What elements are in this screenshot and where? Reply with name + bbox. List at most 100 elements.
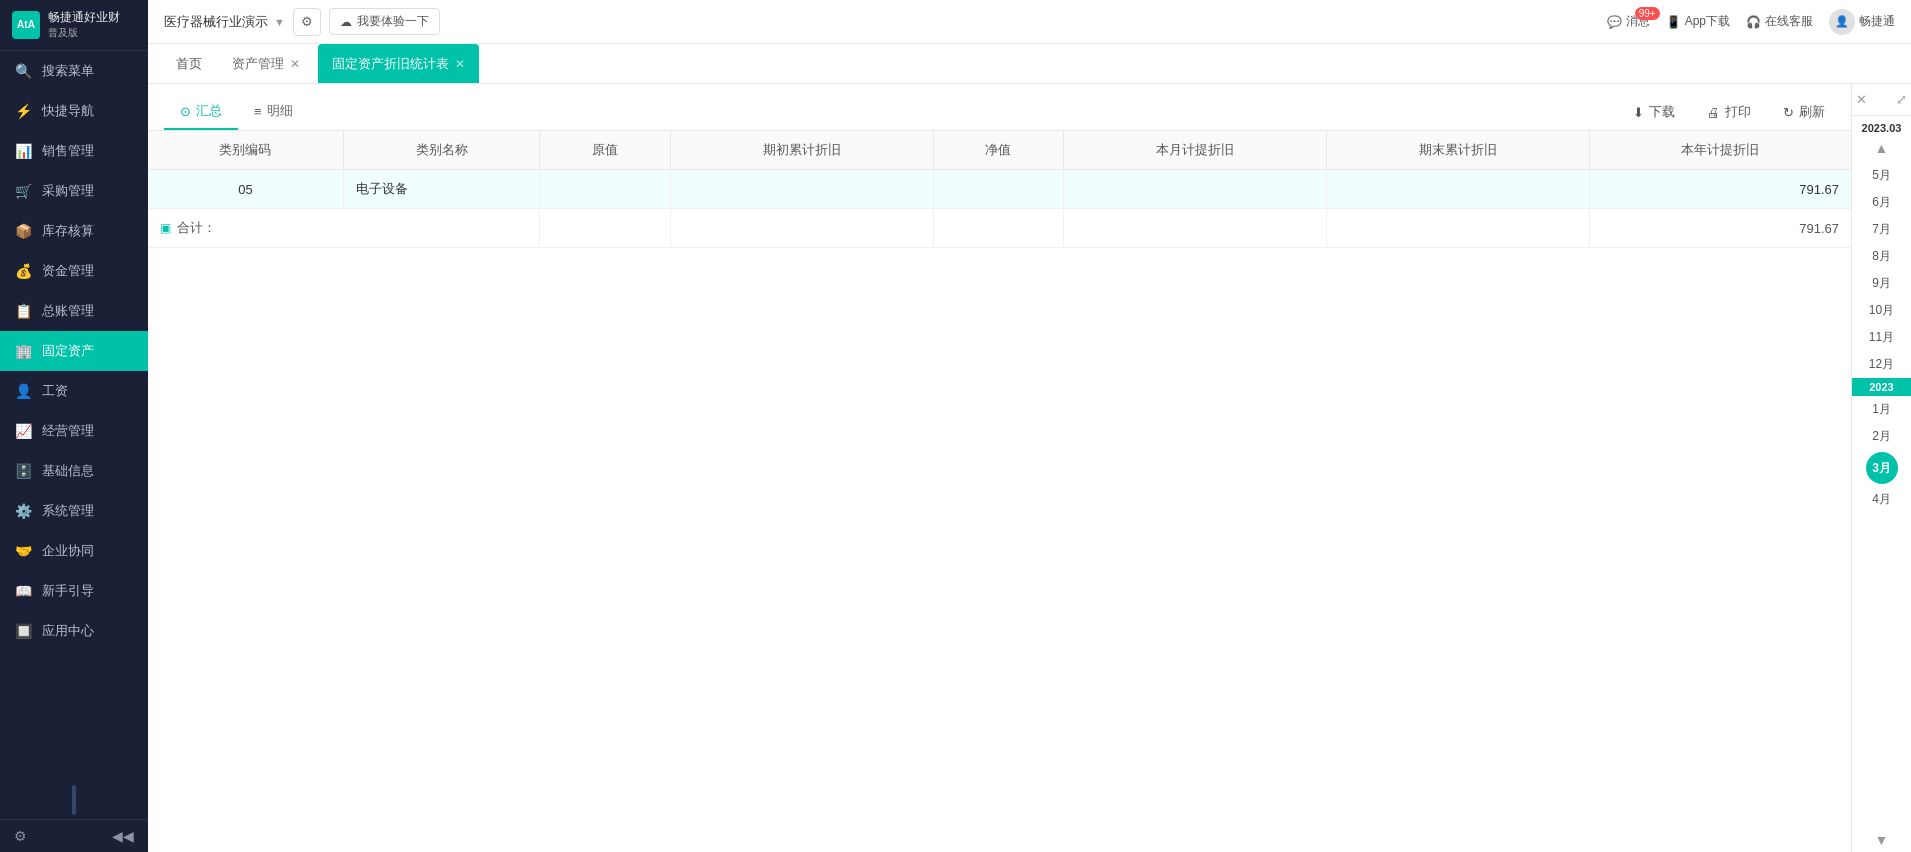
summary-icon: ▣: [160, 221, 171, 235]
sidebar-item-appcenter[interactable]: 🔲 应用中心: [0, 611, 148, 651]
right-panel: ✕ ⤢ 2023.03 ▲ 5月 6月 7月 8月 9月 10月 11月 12月…: [1851, 84, 1911, 852]
user-profile[interactable]: 👤 畅捷通: [1829, 9, 1895, 35]
sidebar-item-label: 库存核算: [42, 222, 94, 240]
month-item-feb-2023[interactable]: 2月: [1852, 423, 1911, 450]
app-title-group: 畅捷通好业财 普及版: [48, 10, 120, 40]
month-item-nov[interactable]: 11月: [1852, 324, 1911, 351]
sidebar-item-operation[interactable]: 📈 经营管理: [0, 411, 148, 451]
company-name: 医疗器械行业演示: [164, 13, 268, 31]
app-download-button[interactable]: 📱 App下载: [1666, 13, 1730, 30]
right-panel-expand-icon[interactable]: ⤢: [1896, 92, 1907, 107]
month-list: 5月 6月 7月 8月 9月 10月 11月 12月 2023 1月 2月 3月…: [1852, 160, 1911, 828]
tabbar: 首页 资产管理 ✕ 固定资产折旧统计表 ✕: [148, 44, 1911, 84]
page-panel: ⊙ 汇总 ≡ 明细 ⬇ 下载 🖨 打印: [148, 84, 1851, 852]
messages-icon: 💬: [1607, 15, 1622, 29]
sidebar-item-label: 企业协同: [42, 542, 94, 560]
sidebar-header: AtA 畅捷通好业财 普及版: [0, 0, 148, 51]
summary-year-dep: 791.67: [1589, 209, 1851, 248]
scroll-down-button[interactable]: ▼: [1852, 828, 1911, 852]
col-ending-depreciation: 期末累计折旧: [1326, 131, 1589, 170]
customer-service-button[interactable]: 🎧 在线客服: [1746, 13, 1813, 30]
sidebar-item-label: 采购管理: [42, 182, 94, 200]
sidebar-item-collab[interactable]: 🤝 企业协同: [0, 531, 148, 571]
sidebar-item-fixed-assets[interactable]: 🏢 固定资产: [0, 331, 148, 371]
salary-icon: 👤: [14, 383, 32, 399]
month-item-jan-2023[interactable]: 1月: [1852, 396, 1911, 423]
app-logo: AtA: [12, 11, 40, 39]
print-button[interactable]: 🖨 打印: [1697, 98, 1761, 126]
col-original-value: 原值: [540, 131, 670, 170]
messages-badge: 99+: [1635, 7, 1660, 20]
company-settings-button[interactable]: ⚙: [293, 8, 321, 36]
row-beginning-dep: [670, 170, 933, 209]
collapse-icon[interactable]: ◀◀: [112, 828, 134, 844]
month-item-mar-2023[interactable]: 3月: [1866, 452, 1898, 484]
topbar-left: 医疗器械行业演示 ▼ ⚙ ☁ 我要体验一下: [164, 8, 440, 36]
month-item-jun[interactable]: 6月: [1852, 189, 1911, 216]
collab-icon: 🤝: [14, 543, 32, 559]
sysadmin-icon: ⚙️: [14, 503, 32, 519]
quicknav-icon: ⚡: [14, 103, 32, 119]
sidebar-item-search[interactable]: 🔍 搜索菜单: [0, 51, 148, 91]
sub-tabs: ⊙ 汇总 ≡ 明细 ⬇ 下载 🖨 打印: [148, 84, 1851, 131]
sidebar-item-inventory[interactable]: 📦 库存核算: [0, 211, 148, 251]
right-panel-close-icon[interactable]: ✕: [1856, 92, 1867, 107]
tab-depreciation-report[interactable]: 固定资产折旧统计表 ✕: [318, 44, 479, 83]
sub-tab-detail[interactable]: ≡ 明细: [238, 94, 309, 130]
month-item-sep[interactable]: 9月: [1852, 270, 1911, 297]
depreciation-table: 类别编码 类别名称 原值 期初累计折旧 净值 本月计提折旧 期末累计折旧 本年计…: [148, 131, 1851, 248]
sidebar-item-label: 应用中心: [42, 622, 94, 640]
operation-icon: 📈: [14, 423, 32, 439]
month-item-jul[interactable]: 7月: [1852, 216, 1911, 243]
refresh-button[interactable]: ↻ 刷新: [1773, 98, 1835, 126]
tab-asset-management[interactable]: 资产管理 ✕: [218, 44, 314, 83]
row-net-value: [933, 170, 1063, 209]
sidebar-nav: 🔍 搜索菜单 ⚡ 快捷导航 📊 销售管理 🛒 采购管理 📦 库存核算 💰 资金管…: [0, 51, 148, 781]
sidebar-item-purchase[interactable]: 🛒 采购管理: [0, 171, 148, 211]
month-item-dec[interactable]: 12月: [1852, 351, 1911, 378]
user-name: 畅捷通: [1859, 13, 1895, 30]
main-area: 医疗器械行业演示 ▼ ⚙ ☁ 我要体验一下 💬 消息 99+ 📱 App下载 🎧…: [148, 0, 1911, 852]
sidebar-bottom: ⚙ ◀◀: [0, 819, 148, 852]
sidebar-item-salary[interactable]: 👤 工资: [0, 371, 148, 411]
row-year-dep: 791.67: [1589, 170, 1851, 209]
sidebar-item-basicinfo[interactable]: 🗄️ 基础信息: [0, 451, 148, 491]
sidebar-item-label: 快捷导航: [42, 102, 94, 120]
company-selector[interactable]: 医疗器械行业演示 ▼: [164, 13, 285, 31]
col-code: 类别编码: [148, 131, 343, 170]
table-header-row: 类别编码 类别名称 原值 期初累计折旧 净值 本月计提折旧 期末累计折旧 本年计…: [148, 131, 1851, 170]
experience-button[interactable]: ☁ 我要体验一下: [329, 8, 440, 35]
row-ending-dep: [1326, 170, 1589, 209]
download-button[interactable]: ⬇ 下载: [1623, 98, 1685, 126]
tab-asset-label: 资产管理: [232, 55, 284, 73]
guide-icon: 📖: [14, 583, 32, 599]
table-wrapper: 类别编码 类别名称 原值 期初累计折旧 净值 本月计提折旧 期末累计折旧 本年计…: [148, 131, 1851, 852]
refresh-icon: ↻: [1783, 105, 1794, 120]
sidebar-item-guide[interactable]: 📖 新手引导: [0, 571, 148, 611]
row-code: 05: [148, 170, 343, 209]
sidebar-item-sales[interactable]: 📊 销售管理: [0, 131, 148, 171]
detail-tab-icon: ≡: [254, 104, 262, 119]
user-avatar: 👤: [1829, 9, 1855, 35]
month-item-aug[interactable]: 8月: [1852, 243, 1911, 270]
settings-bottom-icon[interactable]: ⚙: [14, 828, 27, 844]
tab-home[interactable]: 首页: [164, 44, 214, 83]
scroll-up-button[interactable]: ▲: [1852, 136, 1911, 160]
purchase-icon: 🛒: [14, 183, 32, 199]
tab-depreciation-close[interactable]: ✕: [455, 57, 465, 71]
month-item-apr-2023[interactable]: 4月: [1852, 486, 1911, 513]
tab-asset-close[interactable]: ✕: [290, 57, 300, 71]
topbar: 医疗器械行业演示 ▼ ⚙ ☁ 我要体验一下 💬 消息 99+ 📱 App下载 🎧…: [148, 0, 1911, 44]
month-item-may[interactable]: 5月: [1852, 162, 1911, 189]
sidebar-item-label: 经营管理: [42, 422, 94, 440]
sidebar: AtA 畅捷通好业财 普及版 🔍 搜索菜单 ⚡ 快捷导航 📊 销售管理 🛒 采购…: [0, 0, 148, 852]
sidebar-item-quicknav[interactable]: ⚡ 快捷导航: [0, 91, 148, 131]
sub-tab-summary[interactable]: ⊙ 汇总: [164, 94, 238, 130]
sidebar-item-finance[interactable]: 💰 资金管理: [0, 251, 148, 291]
messages-button[interactable]: 💬 消息 99+: [1607, 13, 1650, 30]
sidebar-item-sysadmin[interactable]: ⚙️ 系统管理: [0, 491, 148, 531]
right-panel-year: 2023.03: [1852, 116, 1911, 136]
sidebar-item-ledger[interactable]: 📋 总账管理: [0, 291, 148, 331]
finance-icon: 💰: [14, 263, 32, 279]
month-item-oct[interactable]: 10月: [1852, 297, 1911, 324]
